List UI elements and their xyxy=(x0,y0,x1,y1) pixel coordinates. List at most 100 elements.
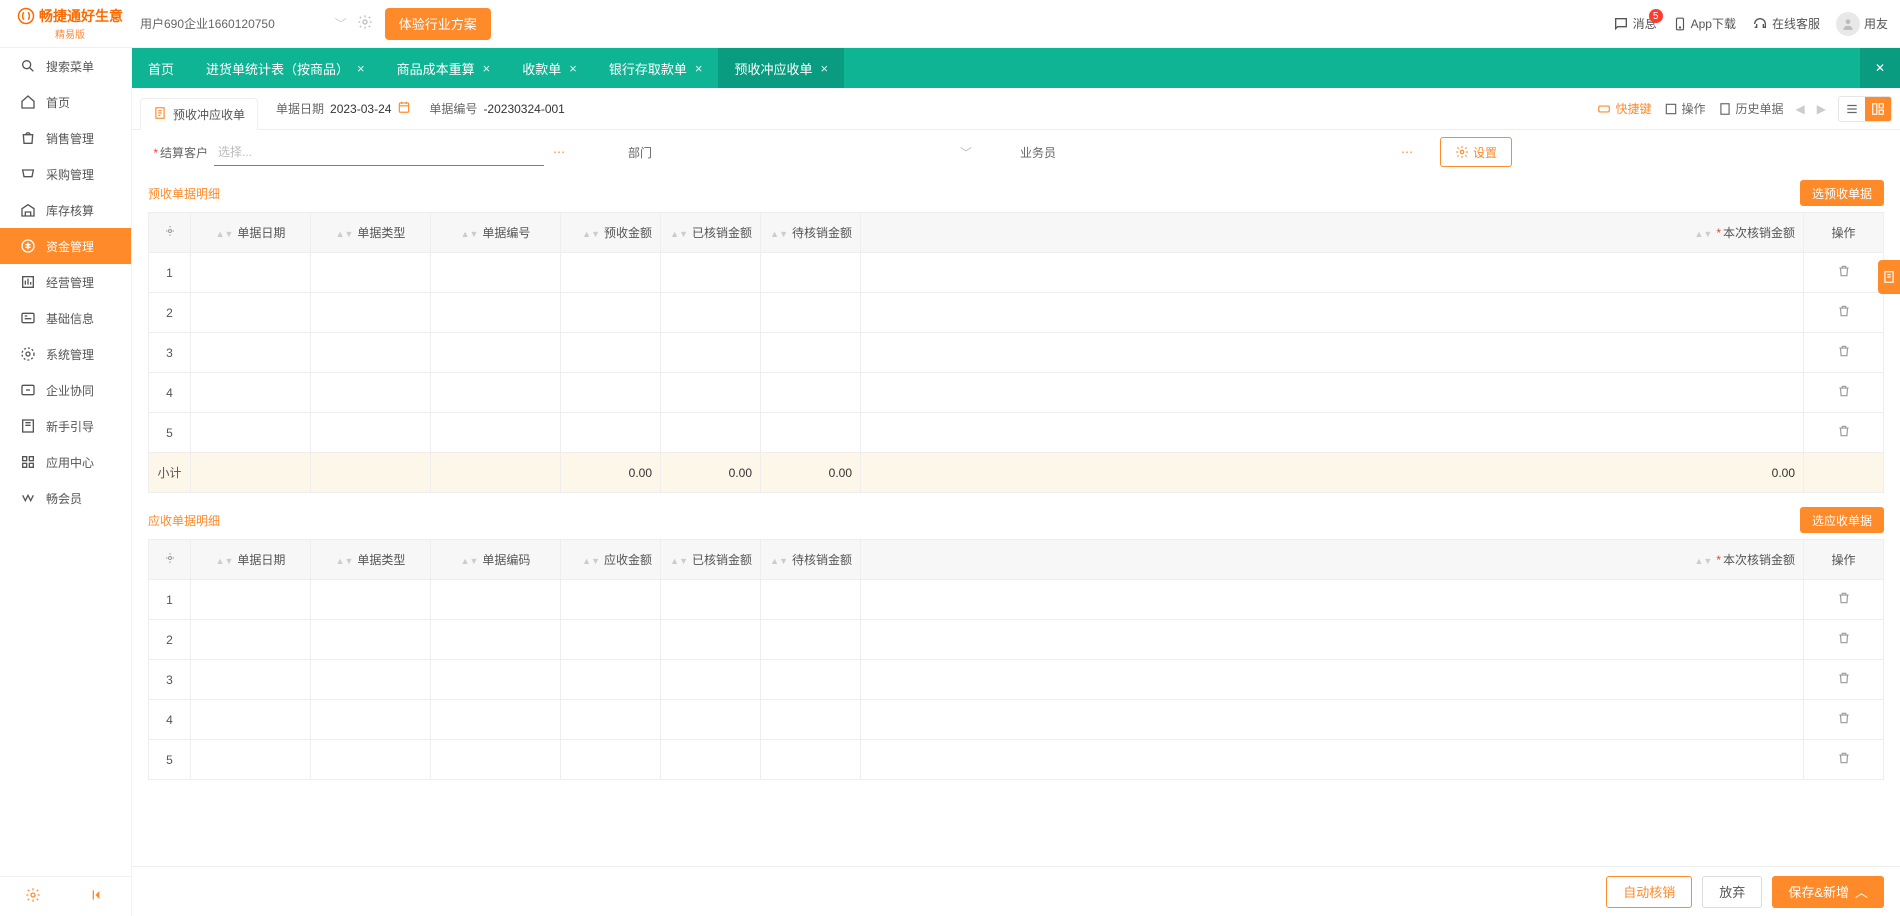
cell[interactable] xyxy=(191,620,311,660)
table-row[interactable]: 2 xyxy=(149,293,1884,333)
cell[interactable] xyxy=(761,700,861,740)
col-date[interactable]: ▲▼单据日期 xyxy=(191,213,311,253)
delete-icon[interactable] xyxy=(1837,754,1851,768)
cell[interactable] xyxy=(561,373,661,413)
sidebar-item-finance[interactable]: 资金管理 xyxy=(0,228,131,264)
cell[interactable] xyxy=(861,700,1804,740)
cell[interactable] xyxy=(861,333,1804,373)
cell[interactable] xyxy=(561,660,661,700)
pick-prepay-button[interactable]: 选预收单据 xyxy=(1800,180,1884,206)
messages-link[interactable]: 消息 5 xyxy=(1613,15,1657,32)
cell[interactable] xyxy=(761,413,861,453)
delete-icon[interactable] xyxy=(1837,714,1851,728)
save-new-button[interactable]: 保存&新增︿ xyxy=(1772,876,1884,908)
sidebar-item-business[interactable]: 经营管理 xyxy=(0,264,131,300)
close-icon[interactable]: × xyxy=(357,61,365,76)
cell[interactable] xyxy=(311,700,431,740)
close-icon[interactable]: × xyxy=(569,61,577,76)
cell[interactable] xyxy=(561,253,661,293)
sidebar-item-member[interactable]: 畅会员 xyxy=(0,480,131,516)
next-doc[interactable]: ▶ xyxy=(1817,102,1826,116)
sidebar-item-sales[interactable]: 销售管理 xyxy=(0,120,131,156)
cell[interactable] xyxy=(761,373,861,413)
col-amount[interactable]: ▲▼预收金额 xyxy=(561,213,661,253)
table-row[interactable]: 4 xyxy=(149,373,1884,413)
col-amount[interactable]: ▲▼应收金额 xyxy=(561,540,661,580)
cell[interactable] xyxy=(661,293,761,333)
cell[interactable] xyxy=(561,293,661,333)
cell[interactable] xyxy=(431,293,561,333)
table-row[interactable]: 3 xyxy=(149,660,1884,700)
sidebar-item-apps[interactable]: 应用中心 xyxy=(0,444,131,480)
cell[interactable] xyxy=(311,413,431,453)
operate-link[interactable]: 操作 xyxy=(1664,100,1706,117)
cell[interactable] xyxy=(761,333,861,373)
cell[interactable] xyxy=(761,293,861,333)
col-verified[interactable]: ▲▼已核销金额 xyxy=(661,540,761,580)
cell[interactable] xyxy=(761,660,861,700)
cell[interactable] xyxy=(661,700,761,740)
table-row[interactable]: 1 xyxy=(149,253,1884,293)
delete-icon[interactable] xyxy=(1837,427,1851,441)
cell[interactable] xyxy=(661,660,761,700)
col-config[interactable] xyxy=(149,540,191,580)
col-config[interactable] xyxy=(149,213,191,253)
app-download-link[interactable]: App下载 xyxy=(1673,15,1736,32)
cell[interactable] xyxy=(761,253,861,293)
delete-icon[interactable] xyxy=(1837,267,1851,281)
dept-input[interactable] xyxy=(658,138,954,166)
cell[interactable] xyxy=(311,580,431,620)
cell[interactable] xyxy=(311,373,431,413)
cell[interactable] xyxy=(861,373,1804,413)
chevron-down-icon[interactable]: ﹀ xyxy=(960,144,972,161)
table-row[interactable]: 3 xyxy=(149,333,1884,373)
cell[interactable] xyxy=(311,333,431,373)
cell[interactable] xyxy=(431,620,561,660)
cell[interactable] xyxy=(431,700,561,740)
sidebar-item-system[interactable]: 系统管理 xyxy=(0,336,131,372)
cell[interactable] xyxy=(191,740,311,780)
floating-help[interactable] xyxy=(1878,260,1900,294)
cell[interactable] xyxy=(561,333,661,373)
close-icon[interactable]: × xyxy=(820,61,828,76)
cell[interactable] xyxy=(761,620,861,660)
cell[interactable] xyxy=(661,253,761,293)
sidebar-item-purchase[interactable]: 采购管理 xyxy=(0,156,131,192)
cell[interactable] xyxy=(431,660,561,700)
prev-doc[interactable]: ◀ xyxy=(1796,102,1805,116)
cell[interactable] xyxy=(191,373,311,413)
cell[interactable] xyxy=(861,293,1804,333)
tab-home[interactable]: 首页 xyxy=(132,48,190,88)
view-form[interactable] xyxy=(1865,97,1891,121)
delete-icon[interactable] xyxy=(1837,387,1851,401)
cell[interactable] xyxy=(431,333,561,373)
cell[interactable] xyxy=(661,413,761,453)
cell[interactable] xyxy=(861,740,1804,780)
sidebar-collapse-icon[interactable] xyxy=(90,887,106,906)
tab-prepay-offset[interactable]: 预收冲应收单× xyxy=(718,48,844,88)
sidebar-item-home[interactable]: 首页 xyxy=(0,84,131,120)
cell[interactable] xyxy=(311,293,431,333)
tab-receipt[interactable]: 收款单× xyxy=(506,48,593,88)
col-pending[interactable]: ▲▼待核销金额 xyxy=(761,540,861,580)
history-link[interactable]: 历史单据 xyxy=(1718,100,1784,117)
cell[interactable] xyxy=(191,253,311,293)
delete-icon[interactable] xyxy=(1837,307,1851,321)
tenant-select[interactable]: 用户690企业1660120750 ﹀ xyxy=(140,8,347,40)
customer-input[interactable]: 选择... xyxy=(214,138,544,166)
tabs-close-all[interactable]: ✕ xyxy=(1860,48,1900,88)
cell[interactable] xyxy=(861,413,1804,453)
cell[interactable] xyxy=(761,580,861,620)
cell[interactable] xyxy=(311,620,431,660)
cell[interactable] xyxy=(431,580,561,620)
discard-button[interactable]: 放弃 xyxy=(1702,876,1762,908)
cell[interactable] xyxy=(191,333,311,373)
cell[interactable] xyxy=(431,373,561,413)
sidebar-item-basedata[interactable]: 基础信息 xyxy=(0,300,131,336)
col-pending[interactable]: ▲▼待核销金额 xyxy=(761,213,861,253)
cell[interactable] xyxy=(561,413,661,453)
cell[interactable] xyxy=(561,580,661,620)
delete-icon[interactable] xyxy=(1837,674,1851,688)
delete-icon[interactable] xyxy=(1837,634,1851,648)
cell[interactable] xyxy=(661,333,761,373)
